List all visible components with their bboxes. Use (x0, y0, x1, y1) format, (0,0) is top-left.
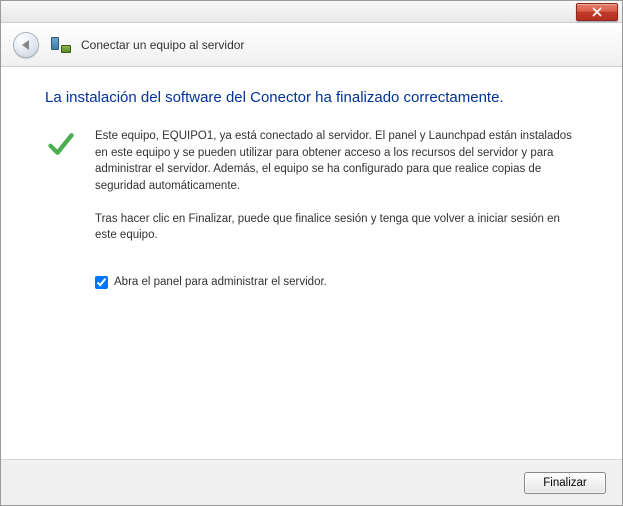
paragraph-1: Este equipo, EQUIPO1, ya está conectado … (95, 128, 584, 195)
finish-button[interactable]: Finalizar (524, 472, 606, 494)
footer: Finalizar (1, 459, 622, 505)
paragraph-2: Tras hacer clic en Finalizar, puede que … (95, 211, 584, 244)
close-button[interactable] (576, 3, 618, 21)
connector-wizard-icon (49, 35, 71, 55)
body-text: Este equipo, EQUIPO1, ya está conectado … (95, 128, 594, 291)
open-dashboard-option: Abra el panel para administrar el servid… (95, 274, 584, 291)
content-area: La instalación del software del Conector… (1, 67, 622, 459)
wizard-title: Conectar un equipo al servidor (81, 38, 244, 52)
page-heading: La instalación del software del Conector… (45, 89, 594, 106)
arrow-left-icon (22, 40, 29, 50)
close-icon (592, 7, 602, 17)
success-check-icon (45, 130, 77, 158)
titlebar (1, 1, 622, 23)
back-button[interactable] (13, 32, 39, 58)
open-dashboard-label[interactable]: Abra el panel para administrar el servid… (114, 274, 327, 291)
open-dashboard-checkbox[interactable] (95, 276, 108, 289)
wizard-header: Conectar un equipo al servidor (1, 23, 622, 67)
